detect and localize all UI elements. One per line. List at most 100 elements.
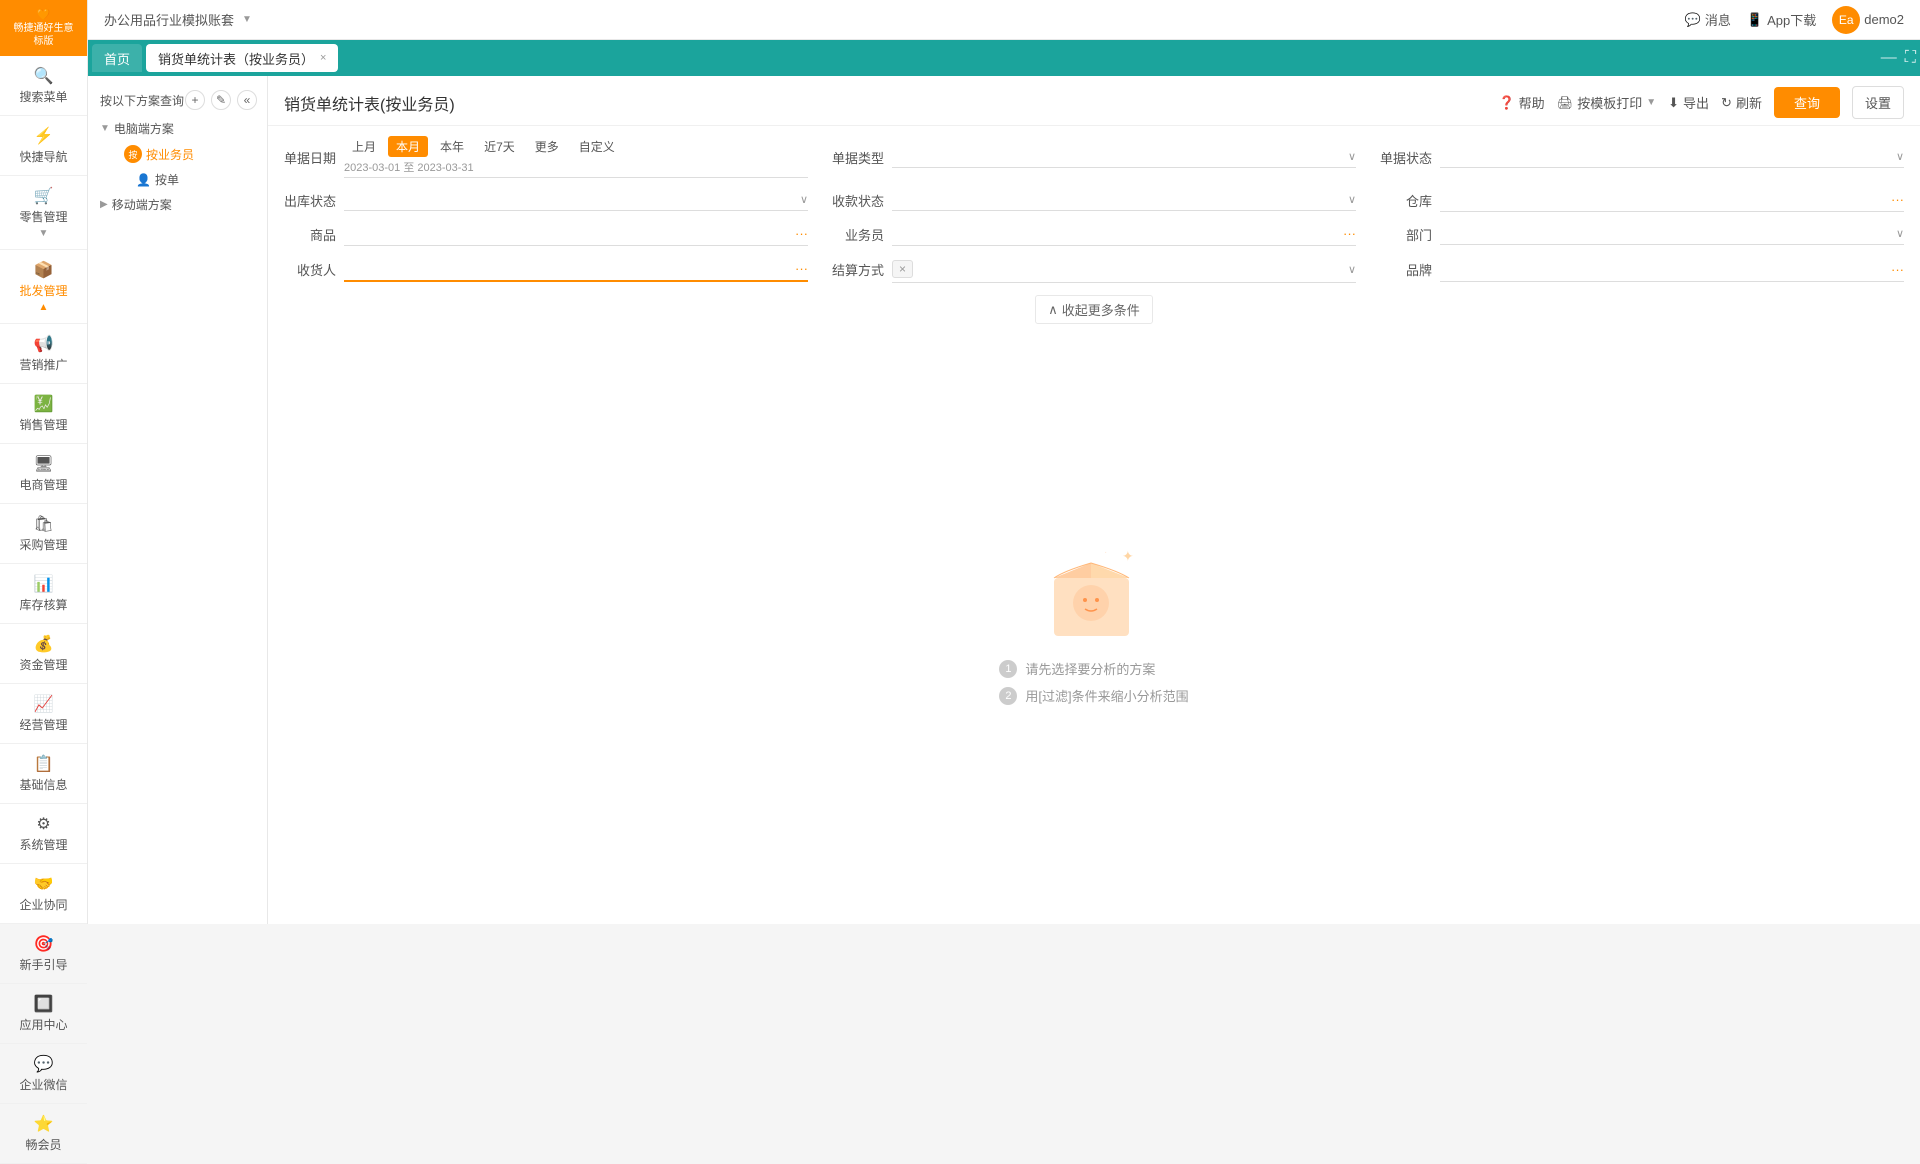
settlement-select[interactable]: × ∨ xyxy=(892,256,1356,283)
sidebar-item-label: 快捷导航 xyxy=(4,148,83,165)
operation-icon: 📈 xyxy=(4,694,83,714)
settlement-tag-close[interactable]: × xyxy=(899,262,906,276)
date-tab-this-year[interactable]: 本年 xyxy=(432,136,472,157)
industry-selector[interactable]: 办公用品行业模拟账套 ▼ xyxy=(104,10,252,29)
tree-child-salesperson[interactable]: 按 按业务员 xyxy=(100,141,267,167)
tab-sales-report-label: 销货单统计表（按业务员） xyxy=(158,49,314,68)
goods-input[interactable]: ··· xyxy=(344,222,808,246)
dept-select[interactable]: ∨ xyxy=(1440,223,1904,245)
svg-text:·: · xyxy=(1104,547,1107,558)
app-download-button[interactable]: 📱 App下载 xyxy=(1747,10,1816,29)
tree-item-desktop[interactable]: ▼ 电脑端方案 xyxy=(88,116,267,141)
goods-dots: ··· xyxy=(795,226,808,241)
filter-cell-date: 单据日期 上月 本月 本年 近7天 更多 自定义 2023-03-01 至 20… xyxy=(284,136,808,178)
sidebar-item-search[interactable]: 🔍 搜索菜单 xyxy=(0,56,87,116)
collapse-button[interactable]: ∧ 收起更多条件 xyxy=(1035,295,1153,324)
marketing-icon: 📢 xyxy=(4,334,83,354)
step1-text: 请先选择要分析的方案 xyxy=(1025,659,1155,678)
edit-plan-button[interactable]: ✎ xyxy=(211,90,231,110)
tab-home[interactable]: 首页 xyxy=(92,44,142,72)
filter-cell-brand: 品牌 ··· xyxy=(1380,258,1904,282)
sidebar-item-retail[interactable]: 🛒 零售管理 ▼ xyxy=(0,176,87,250)
tab-maximize-button[interactable]: ⛶ xyxy=(1905,49,1916,67)
sidebar-item-collab[interactable]: 🤝 企业协同 xyxy=(0,864,87,924)
tree-child-by-order[interactable]: 👤 按单 xyxy=(100,167,267,192)
sidebar-item-member[interactable]: ⭐ 畅会员 xyxy=(0,1104,87,1164)
receiver-input[interactable]: ··· xyxy=(344,257,808,282)
sidebar-item-basic[interactable]: 📋 基础信息 xyxy=(0,744,87,804)
message-button[interactable]: 💬 消息 xyxy=(1685,10,1731,29)
page-title: 销货单统计表(按业务员) xyxy=(284,91,455,115)
step1-number: 1 xyxy=(999,660,1017,678)
date-tab-more[interactable]: 更多 xyxy=(527,136,567,157)
sidebar-item-label: 销售管理 xyxy=(4,416,83,433)
salesperson-input[interactable]: ··· xyxy=(892,222,1356,246)
outstatus-select[interactable]: ∨ xyxy=(344,189,808,211)
sidebar-item-label: 库存核算 xyxy=(4,596,83,613)
quicknav-icon: ⚡ xyxy=(4,126,83,146)
tab-sales-report[interactable]: 销货单统计表（按业务员） × xyxy=(146,44,338,72)
date-tab-custom[interactable]: 自定义 xyxy=(571,136,623,157)
empty-state: ✦ · 1 请先选择要分析的方案 xyxy=(268,332,1920,924)
help-button[interactable]: ❓ 帮助 xyxy=(1498,93,1544,112)
left-panel-title: 按以下方案查询 xyxy=(100,92,184,109)
date-tab-this-month[interactable]: 本月 xyxy=(388,136,428,157)
app-logo[interactable]: 🧡 畅捷通好生意标版 xyxy=(0,0,87,56)
sidebar-item-finance[interactable]: 💰 资金管理 xyxy=(0,624,87,684)
doctype-arrow: ∨ xyxy=(1348,150,1356,163)
tab-bar-actions: — ⛶ xyxy=(1881,49,1916,67)
tab-minimize-button[interactable]: — xyxy=(1881,49,1897,67)
appcenter-icon: 🔲 xyxy=(4,994,83,1014)
docstatus-select[interactable]: ∨ xyxy=(1440,146,1904,168)
step2-number: 2 xyxy=(999,687,1017,705)
message-icon: 💬 xyxy=(1685,12,1701,28)
collapse-panel-button[interactable]: « xyxy=(237,90,257,110)
wechat-icon: 💬 xyxy=(4,1054,83,1074)
sidebar-item-label: 畅会员 xyxy=(4,1136,83,1153)
filter-cell-outstatus: 出库状态 ∨ xyxy=(284,189,808,211)
sidebar: 🧡 畅捷通好生意标版 🔍 搜索菜单 ⚡ 快捷导航 🛒 零售管理 ▼ 📦 批发管理… xyxy=(0,0,88,924)
refresh-button[interactable]: ↻ 刷新 xyxy=(1721,93,1762,112)
sidebar-item-sales[interactable]: 💹 销售管理 xyxy=(0,384,87,444)
ecommerce-icon: 🖥 xyxy=(4,454,83,474)
logo-icon: 🧡 xyxy=(37,8,51,22)
filter-cell-salesperson: 业务员 ··· xyxy=(832,222,1356,246)
sidebar-item-quicknav[interactable]: ⚡ 快捷导航 xyxy=(0,116,87,176)
template-print-button[interactable]: 🖨 按模板打印 ▼ xyxy=(1557,93,1656,112)
tree-item-mobile[interactable]: ▶ 移动端方案 xyxy=(88,192,267,217)
date-tab-7days[interactable]: 近7天 xyxy=(476,136,523,157)
query-button[interactable]: 查询 xyxy=(1774,87,1840,118)
sidebar-item-purchase[interactable]: 🛍 采购管理 xyxy=(0,504,87,564)
collab-icon: 🤝 xyxy=(4,874,83,894)
export-label: 导出 xyxy=(1683,93,1709,112)
setting-button[interactable]: 设置 xyxy=(1852,86,1904,119)
export-button[interactable]: ⬇ 导出 xyxy=(1668,93,1709,112)
add-plan-button[interactable]: + xyxy=(185,90,205,110)
tree-collapse-icon: ▶ xyxy=(100,199,108,210)
warehouse-dots: ··· xyxy=(1891,192,1904,207)
date-tab-last-month[interactable]: 上月 xyxy=(344,136,384,157)
sidebar-item-inventory[interactable]: 📊 库存核算 xyxy=(0,564,87,624)
sidebar-item-wholesale[interactable]: 📦 批发管理 ▲ xyxy=(0,250,87,324)
wholesale-arrow: ▲ xyxy=(39,302,49,313)
warehouse-input[interactable]: ··· xyxy=(1440,188,1904,212)
tab-close-button[interactable]: × xyxy=(320,52,326,64)
sidebar-item-system[interactable]: ⚙ 系统管理 xyxy=(0,804,87,864)
search-menu-icon: 🔍 xyxy=(4,66,83,86)
sidebar-item-operation[interactable]: 📈 经营管理 xyxy=(0,684,87,744)
filter-area: 单据日期 上月 本月 本年 近7天 更多 自定义 2023-03-01 至 20… xyxy=(268,126,1920,332)
sidebar-item-wechat[interactable]: 💬 企业微信 xyxy=(0,1044,87,1104)
doctype-select[interactable]: ∨ xyxy=(892,146,1356,168)
collapse-label: 收起更多条件 xyxy=(1062,300,1140,319)
user-profile[interactable]: Ea demo2 xyxy=(1832,6,1904,34)
retail-arrow: ▼ xyxy=(39,228,49,239)
sidebar-item-ecommerce[interactable]: 🖥 电商管理 xyxy=(0,444,87,504)
collectstatus-select[interactable]: ∨ xyxy=(892,189,1356,211)
refresh-icon: ↻ xyxy=(1721,95,1732,111)
sidebar-item-appcenter[interactable]: 🔲 应用中心 xyxy=(0,984,87,1044)
help-label: 帮助 xyxy=(1519,93,1545,112)
brand-input[interactable]: ··· xyxy=(1440,258,1904,282)
sidebar-item-newbie[interactable]: 🎯 新手引导 xyxy=(0,924,87,984)
sidebar-item-marketing[interactable]: 📢 营销推广 xyxy=(0,324,87,384)
brand-label: 品牌 xyxy=(1380,260,1432,279)
